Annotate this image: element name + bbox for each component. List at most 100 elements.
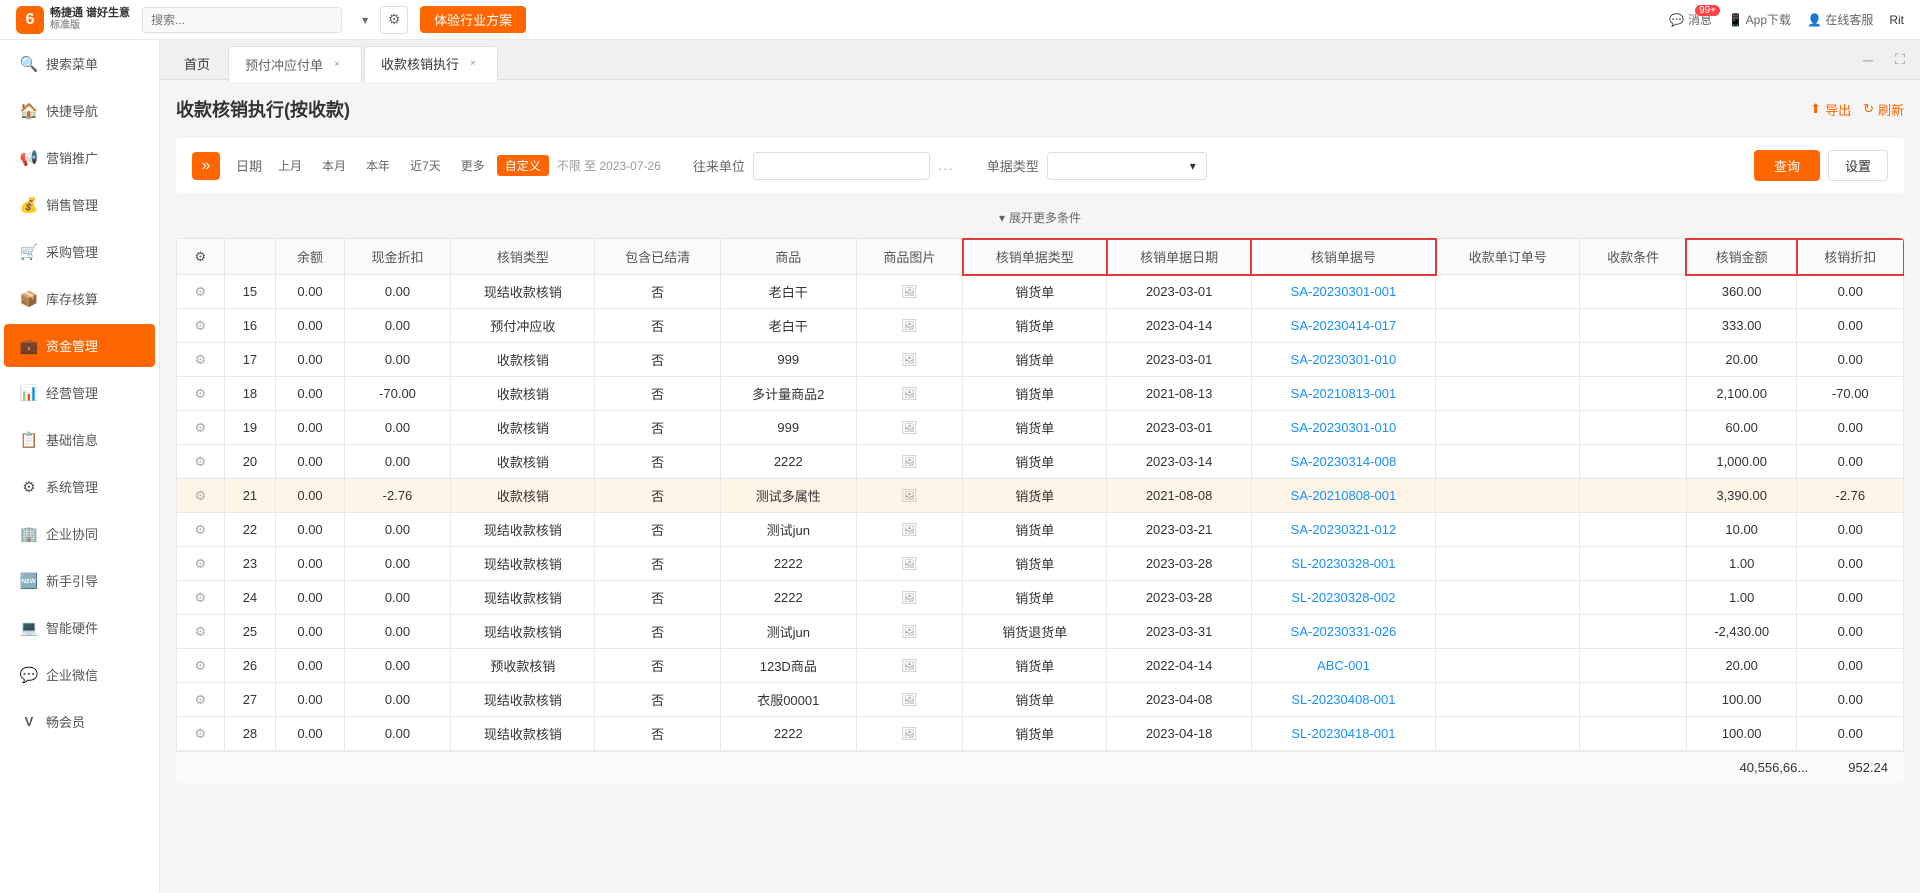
cell-settings[interactable]: ⚙ — [177, 683, 225, 717]
cell-settings[interactable]: ⚙ — [177, 649, 225, 683]
date-custom[interactable]: 自定义 — [497, 155, 549, 176]
cell-voucher-no[interactable]: SA-20210813-001 — [1251, 377, 1435, 411]
sidebar-item-basic[interactable]: 📋 基础信息 — [4, 418, 155, 461]
logo-icon: 6 — [16, 6, 44, 34]
sales-icon: 💰 — [20, 196, 38, 214]
main-layout: 🔍 搜索菜单 🏠 快捷导航 📢 营销推广 💰 销售管理 🛒 采购管理 📦 库存核… — [0, 40, 1920, 893]
cell-writeoff-amount: 20.00 — [1686, 343, 1797, 377]
cell-goods-image[interactable]: 🖼 — [856, 717, 962, 751]
user-name[interactable]: Rit — [1889, 13, 1904, 27]
tab-prepay-close[interactable]: × — [329, 56, 345, 72]
expand-more-bar[interactable]: ▾ 展开更多条件 — [176, 205, 1904, 230]
date-this-month[interactable]: 本月 — [314, 155, 354, 176]
sidebar-item-marketing[interactable]: 📢 营销推广 — [4, 136, 155, 179]
cell-goods-image[interactable]: 🖼 — [856, 513, 962, 547]
col-writeoff-type-header: 核销类型 — [451, 239, 595, 275]
cell-goods-image[interactable]: 🖼 — [856, 581, 962, 615]
sidebar-item-system[interactable]: ⚙ 系统管理 — [4, 465, 155, 508]
tab-writeoff-close[interactable]: × — [465, 56, 481, 72]
cell-goods-image[interactable]: 🖼 — [856, 479, 962, 513]
cell-settings[interactable]: ⚙ — [177, 615, 225, 649]
sidebar-item-quicknav[interactable]: 🏠 快捷导航 — [4, 89, 155, 132]
cell-settings[interactable]: ⚙ — [177, 445, 225, 479]
cell-settings[interactable]: ⚙ — [177, 377, 225, 411]
cell-voucher-no[interactable]: SA-20230301-010 — [1251, 411, 1435, 445]
cell-include-settled: 否 — [595, 411, 720, 445]
top-search-input[interactable] — [142, 7, 342, 33]
tab-writeoff[interactable]: 收款核销执行 × — [364, 46, 498, 82]
cell-voucher-no[interactable]: SL-20230408-001 — [1251, 683, 1435, 717]
cell-settings[interactable]: ⚙ — [177, 343, 225, 377]
sidebar-item-hardware[interactable]: 💻 智能硬件 — [4, 606, 155, 649]
partner-input[interactable] — [753, 152, 930, 180]
cell-goods-image[interactable]: 🖼 — [856, 649, 962, 683]
date-last-7days[interactable]: 近7天 — [402, 155, 449, 176]
sidebar-item-wechat[interactable]: 💬 企业微信 — [4, 653, 155, 696]
cell-voucher-no[interactable]: SA-20230314-008 — [1251, 445, 1435, 479]
window-expand-icon[interactable]: ⛶ — [1888, 48, 1912, 72]
cell-settings[interactable]: ⚙ — [177, 479, 225, 513]
sidebar-item-operation[interactable]: 📊 经营管理 — [4, 371, 155, 414]
cell-settings[interactable]: ⚙ — [177, 309, 225, 343]
cell-voucher-no[interactable]: SA-20230331-026 — [1251, 615, 1435, 649]
cell-settings[interactable]: ⚙ — [177, 581, 225, 615]
cell-goods-image[interactable]: 🖼 — [856, 377, 962, 411]
sidebar-item-guide[interactable]: 🆕 新手引导 — [4, 559, 155, 602]
cell-goods-image[interactable]: 🖼 — [856, 615, 962, 649]
cell-writeoff-type: 预收款核销 — [451, 649, 595, 683]
tab-prepay[interactable]: 预付冲应付单 × — [228, 46, 362, 82]
settings-button[interactable]: 设置 — [1828, 150, 1888, 181]
sidebar-item-search[interactable]: 🔍 搜索菜单 — [4, 42, 155, 85]
sidebar-item-inventory[interactable]: 📦 库存核算 — [4, 277, 155, 320]
refresh-button[interactable]: ↻ 刷新 — [1863, 100, 1904, 119]
gear-button[interactable]: ⚙ — [380, 6, 408, 34]
cell-goods-image[interactable]: 🖼 — [856, 445, 962, 479]
cell-voucher-no[interactable]: SA-20210808-001 — [1251, 479, 1435, 513]
cell-settings[interactable]: ⚙ — [177, 275, 225, 309]
cell-goods-image[interactable]: 🖼 — [856, 309, 962, 343]
tab-home-label: 首页 — [184, 54, 210, 73]
cell-settings[interactable]: ⚙ — [177, 411, 225, 445]
sidebar-item-finance[interactable]: 💼 资金管理 — [4, 324, 155, 367]
cell-writeoff-discount: 0.00 — [1797, 513, 1904, 547]
date-more[interactable]: 更多 — [453, 155, 493, 176]
cell-voucher-no[interactable]: SA-20230301-001 — [1251, 275, 1435, 309]
window-minimize-icon[interactable]: ─ — [1856, 48, 1880, 72]
cell-voucher-no[interactable]: SL-20230328-001 — [1251, 547, 1435, 581]
cell-goods-image[interactable]: 🖼 — [856, 411, 962, 445]
voucher-type-select[interactable]: ▾ — [1047, 152, 1207, 180]
cell-voucher-no[interactable]: SA-20230414-017 — [1251, 309, 1435, 343]
trial-button[interactable]: 体验行业方案 — [420, 6, 526, 33]
cell-settings[interactable]: ⚙ — [177, 547, 225, 581]
cell-goods-image[interactable]: 🖼 — [856, 683, 962, 717]
sidebar-item-company[interactable]: 🏢 企业协同 — [4, 512, 155, 555]
cell-goods-image[interactable]: 🖼 — [856, 547, 962, 581]
cell-voucher-no[interactable]: SL-20230418-001 — [1251, 717, 1435, 751]
cell-writeoff-amount: 1.00 — [1686, 547, 1797, 581]
query-button[interactable]: 查询 — [1754, 150, 1820, 181]
date-last-month[interactable]: 上月 — [270, 155, 310, 176]
sidebar-item-member[interactable]: V 畅会员 — [4, 700, 155, 743]
app-download-btn[interactable]: 📱 App下载 — [1728, 11, 1791, 28]
cell-settings[interactable]: ⚙ — [177, 717, 225, 751]
cell-settings[interactable]: ⚙ — [177, 513, 225, 547]
sidebar-item-sales[interactable]: 💰 销售管理 — [4, 183, 155, 226]
cell-goods-image[interactable]: 🖼 — [856, 275, 962, 309]
date-this-year[interactable]: 本年 — [358, 155, 398, 176]
cell-voucher-type: 销货单 — [963, 581, 1107, 615]
sidebar-item-purchase[interactable]: 🛒 采购管理 — [4, 230, 155, 273]
tab-home[interactable]: 首页 — [168, 46, 226, 82]
col-settings-header[interactable]: ⚙ — [177, 239, 225, 275]
sidebar: 🔍 搜索菜单 🏠 快捷导航 📢 营销推广 💰 销售管理 🛒 采购管理 📦 库存核… — [0, 40, 160, 893]
cell-goods-image[interactable]: 🖼 — [856, 343, 962, 377]
cell-voucher-no[interactable]: SA-20230321-012 — [1251, 513, 1435, 547]
online-service-btn[interactable]: 👤 在线客服 — [1807, 11, 1873, 28]
message-btn[interactable]: 💬 消息 99+ — [1669, 11, 1712, 28]
cell-voucher-no[interactable]: SA-20230301-010 — [1251, 343, 1435, 377]
cell-writeoff-discount: 0.00 — [1797, 411, 1904, 445]
filter-expand-button[interactable]: » — [192, 152, 220, 180]
top-dropdown[interactable]: ▾ — [354, 13, 368, 27]
export-button[interactable]: ⬆ 导出 — [1810, 100, 1851, 119]
cell-voucher-no[interactable]: SL-20230328-002 — [1251, 581, 1435, 615]
cell-voucher-no[interactable]: ABC-001 — [1251, 649, 1435, 683]
